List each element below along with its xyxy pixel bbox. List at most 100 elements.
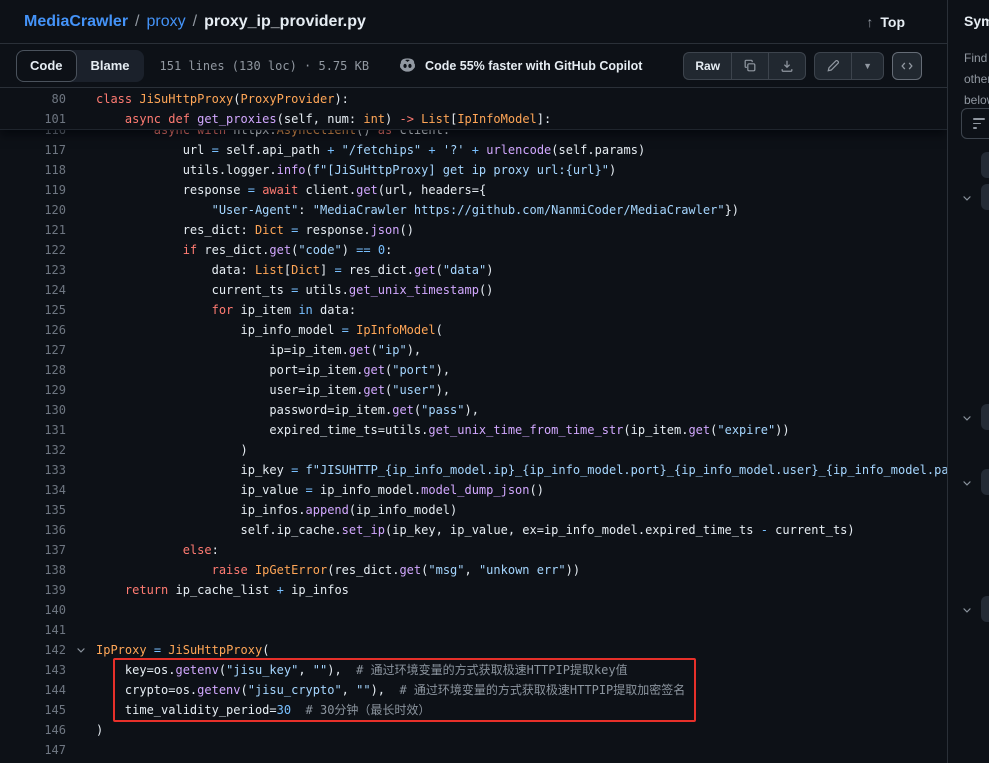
line-number[interactable]: 130 (0, 400, 66, 420)
line-number[interactable]: 127 (0, 340, 66, 360)
edit-button[interactable] (814, 52, 851, 80)
symbol-item[interactable] (981, 152, 989, 178)
line-number[interactable]: 124 (0, 280, 66, 300)
line-number[interactable]: 119 (0, 180, 66, 200)
fold-gutter (66, 680, 96, 700)
code-blame-switch: Code Blame (16, 50, 144, 82)
breadcrumb-folder-link[interactable]: proxy (147, 13, 186, 31)
line-number[interactable]: 122 (0, 240, 66, 260)
line-number[interactable]: 125 (0, 300, 66, 320)
line-number[interactable]: 143 (0, 660, 66, 680)
code-text: return ip_cache_list + ip_infos (96, 580, 947, 600)
line-number[interactable]: 101 (0, 109, 66, 129)
code-line: 136 self.ip_cache.set_ip(ip_key, ip_valu… (0, 520, 947, 540)
line-number[interactable]: 136 (0, 520, 66, 540)
line-number[interactable]: 128 (0, 360, 66, 380)
code-line: 133 ip_key = f"JISUHTTP_{ip_info_model.i… (0, 460, 947, 480)
tab-code[interactable]: Code (16, 50, 77, 82)
line-number[interactable]: 120 (0, 200, 66, 220)
symbols-description-line: Find (964, 48, 989, 69)
symbol-item[interactable] (981, 184, 989, 210)
line-number[interactable]: 134 (0, 480, 66, 500)
line-number[interactable]: 133 (0, 460, 66, 480)
breadcrumb: MediaCrawler / proxy / proxy_ip_provider… (0, 0, 947, 43)
line-number[interactable]: 147 (0, 740, 66, 760)
code-line: 144 crypto=os.getenv("jisu_crypto", ""),… (0, 680, 947, 700)
filter-symbols-input[interactable] (961, 108, 989, 139)
code-viewer: 116 async with httpx.AsyncClient() as cl… (0, 89, 947, 763)
breadcrumb-repo-link[interactable]: MediaCrawler (24, 13, 128, 31)
code-text: raise IpGetError(res_dict.get("msg", "un… (96, 560, 947, 580)
code-text: password=ip_item.get("pass"), (96, 400, 947, 420)
back-to-top-link[interactable]: ↑ Top (866, 14, 905, 30)
copilot-banner-text: Code 55% faster with GitHub Copilot (425, 59, 642, 73)
fold-gutter (66, 340, 96, 360)
chevron-down-icon[interactable] (960, 411, 974, 425)
chevron-down-icon[interactable] (960, 191, 974, 205)
line-number[interactable]: 129 (0, 380, 66, 400)
symbol-item[interactable] (981, 596, 989, 622)
symbol-item[interactable] (981, 404, 989, 430)
chevron-down-icon[interactable] (960, 603, 974, 617)
line-number[interactable]: 145 (0, 700, 66, 720)
fold-toggle-icon[interactable] (66, 640, 96, 660)
tab-blame[interactable]: Blame (77, 50, 144, 82)
code-text: expired_time_ts=utils.get_unix_time_from… (96, 420, 947, 440)
code-text: IpProxy = JiSuHttpProxy( (96, 640, 947, 660)
code-text: ip_key = f"JISUHTTP_{ip_info_model.ip}_{… (96, 460, 947, 480)
line-number[interactable]: 80 (0, 89, 66, 109)
breadcrumb-file-name: proxy_ip_provider.py (204, 13, 366, 31)
code-text: self.ip_cache.set_ip(ip_key, ip_value, e… (96, 520, 947, 540)
line-number[interactable]: 131 (0, 420, 66, 440)
code-text: ip_value = ip_info_model.model_dump_json… (96, 480, 947, 500)
line-number[interactable]: 144 (0, 680, 66, 700)
line-number[interactable]: 146 (0, 720, 66, 740)
code-line: 123 data: List[Dict] = res_dict.get("dat… (0, 260, 947, 280)
line-number[interactable]: 135 (0, 500, 66, 520)
line-number[interactable]: 126 (0, 320, 66, 340)
code-text: ) (96, 720, 947, 740)
line-number[interactable]: 140 (0, 600, 66, 620)
code-line: 124 current_ts = utils.get_unix_timestam… (0, 280, 947, 300)
download-button[interactable] (768, 52, 806, 80)
fold-gutter (66, 500, 96, 520)
line-number[interactable]: 138 (0, 560, 66, 580)
symbols-panel-toggle[interactable] (892, 52, 922, 80)
code-line: 134 ip_value = ip_info_model.model_dump_… (0, 480, 947, 500)
line-number[interactable]: 121 (0, 220, 66, 240)
code-text: ip_info_model = IpInfoModel( (96, 320, 947, 340)
pencil-icon (826, 59, 840, 73)
line-number[interactable]: 118 (0, 160, 66, 180)
copy-button[interactable] (731, 52, 768, 80)
copy-icon (743, 59, 757, 73)
symbol-item[interactable] (981, 469, 989, 495)
raw-button[interactable]: Raw (683, 52, 731, 80)
code-text: ip=ip_item.get("ip"), (96, 340, 947, 360)
fold-gutter (66, 580, 96, 600)
fold-gutter (66, 420, 96, 440)
symbols-panel-description: Findotherbelow (964, 48, 989, 111)
fold-gutter (66, 740, 96, 760)
raw-button-group: Raw (683, 52, 806, 80)
fold-gutter (66, 180, 96, 200)
line-number[interactable]: 132 (0, 440, 66, 460)
line-number[interactable]: 141 (0, 620, 66, 640)
code-line: 131 expired_time_ts=utils.get_unix_time_… (0, 420, 947, 440)
line-number[interactable]: 137 (0, 540, 66, 560)
breadcrumb-separator: / (193, 13, 197, 31)
edit-dropdown-button[interactable]: ▼ (851, 52, 884, 80)
download-icon (780, 59, 794, 73)
code-line: 125 for ip_item in data: (0, 300, 947, 320)
code-text: user=ip_item.get("user"), (96, 380, 947, 400)
chevron-down-icon[interactable] (960, 476, 974, 490)
line-number[interactable]: 117 (0, 140, 66, 160)
code-line: 146) (0, 720, 947, 740)
fold-gutter (66, 720, 96, 740)
code-line: 142 IpProxy = JiSuHttpProxy( (0, 640, 947, 660)
file-toolbar: Code Blame 151 lines (130 loc) · 5.75 KB… (0, 43, 947, 88)
line-number[interactable]: 123 (0, 260, 66, 280)
symbols-panel-title: Symbols (964, 13, 989, 29)
fold-gutter (66, 260, 96, 280)
line-number[interactable]: 142 (0, 640, 66, 660)
line-number[interactable]: 139 (0, 580, 66, 600)
